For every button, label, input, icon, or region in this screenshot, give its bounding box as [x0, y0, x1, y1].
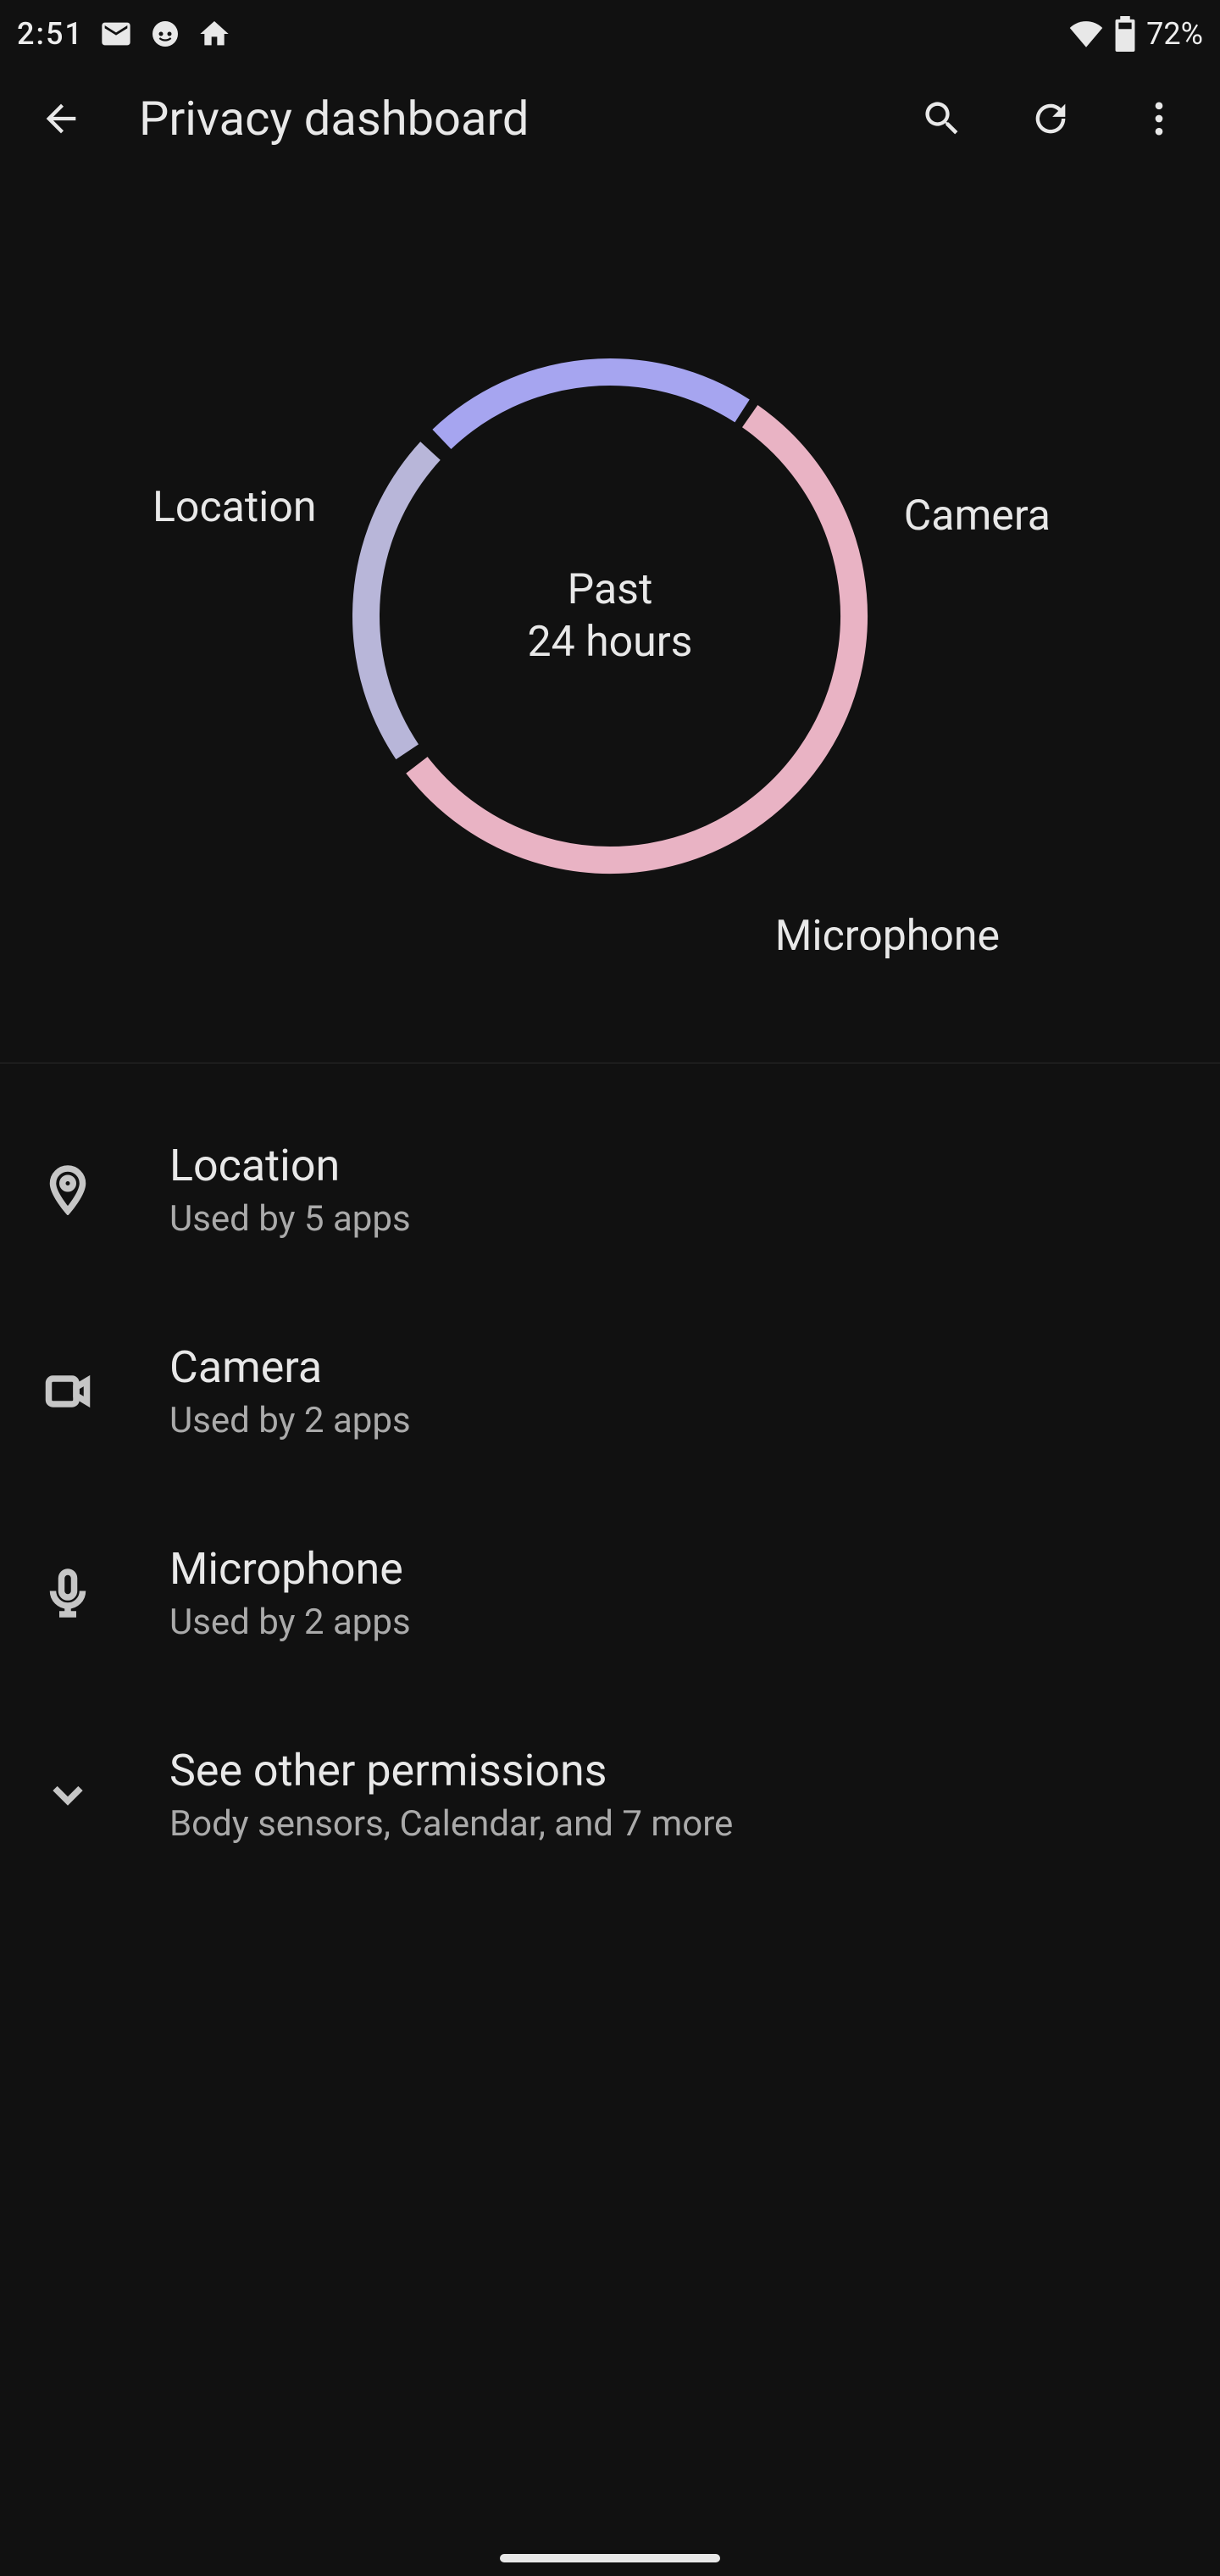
overflow-menu-button[interactable] — [1118, 78, 1200, 159]
refresh-button[interactable] — [1010, 78, 1091, 159]
chart-center-label: Past 24 hours — [339, 345, 881, 887]
battery-percent: 72% — [1146, 16, 1203, 52]
see-other-subtitle: Body sensors, Calendar, and 7 more — [169, 1803, 733, 1845]
permission-item-camera[interactable]: Camera Used by 2 apps — [34, 1333, 1186, 1450]
chart-label-location: Location — [152, 483, 316, 532]
microphone-icon — [34, 1568, 102, 1618]
battery-icon — [1114, 16, 1136, 52]
permission-item-location[interactable]: Location Used by 5 apps — [34, 1131, 1186, 1248]
reddit-icon — [148, 17, 182, 51]
email-icon — [99, 17, 133, 51]
chart-label-camera: Camera — [904, 491, 1051, 541]
search-button[interactable] — [901, 78, 983, 159]
usage-donut: Past 24 hours — [339, 345, 881, 887]
permission-title: Camera — [169, 1341, 411, 1393]
chevron-down-icon — [34, 1769, 102, 1820]
back-button[interactable] — [20, 78, 102, 159]
see-other-title: See other permissions — [169, 1745, 733, 1796]
status-bar: 2:51 72% — [0, 0, 1220, 68]
permission-subtitle: Used by 2 apps — [169, 1400, 411, 1441]
permission-item-microphone[interactable]: Microphone Used by 2 apps — [34, 1535, 1186, 1652]
status-time: 2:51 — [17, 16, 84, 52]
page-title: Privacy dashboard — [139, 91, 529, 147]
permission-subtitle: Used by 5 apps — [169, 1198, 411, 1240]
permission-title: Location — [169, 1140, 411, 1191]
home-icon — [197, 17, 231, 51]
gesture-nav-bar[interactable] — [500, 2554, 720, 2562]
permission-title: Microphone — [169, 1543, 411, 1595]
permission-list: Location Used by 5 apps Camera Used by 2… — [0, 1063, 1220, 1853]
camera-icon — [34, 1366, 102, 1417]
permission-subtitle: Used by 2 apps — [169, 1602, 411, 1643]
app-bar: Privacy dashboard — [0, 68, 1220, 169]
wifi-icon — [1068, 16, 1104, 52]
usage-chart: Past 24 hours Location Camera Microphone — [0, 169, 1220, 1063]
chart-label-microphone: Microphone — [775, 912, 1000, 961]
see-other-permissions[interactable]: See other permissions Body sensors, Cale… — [34, 1736, 1186, 1853]
location-icon — [34, 1164, 102, 1215]
